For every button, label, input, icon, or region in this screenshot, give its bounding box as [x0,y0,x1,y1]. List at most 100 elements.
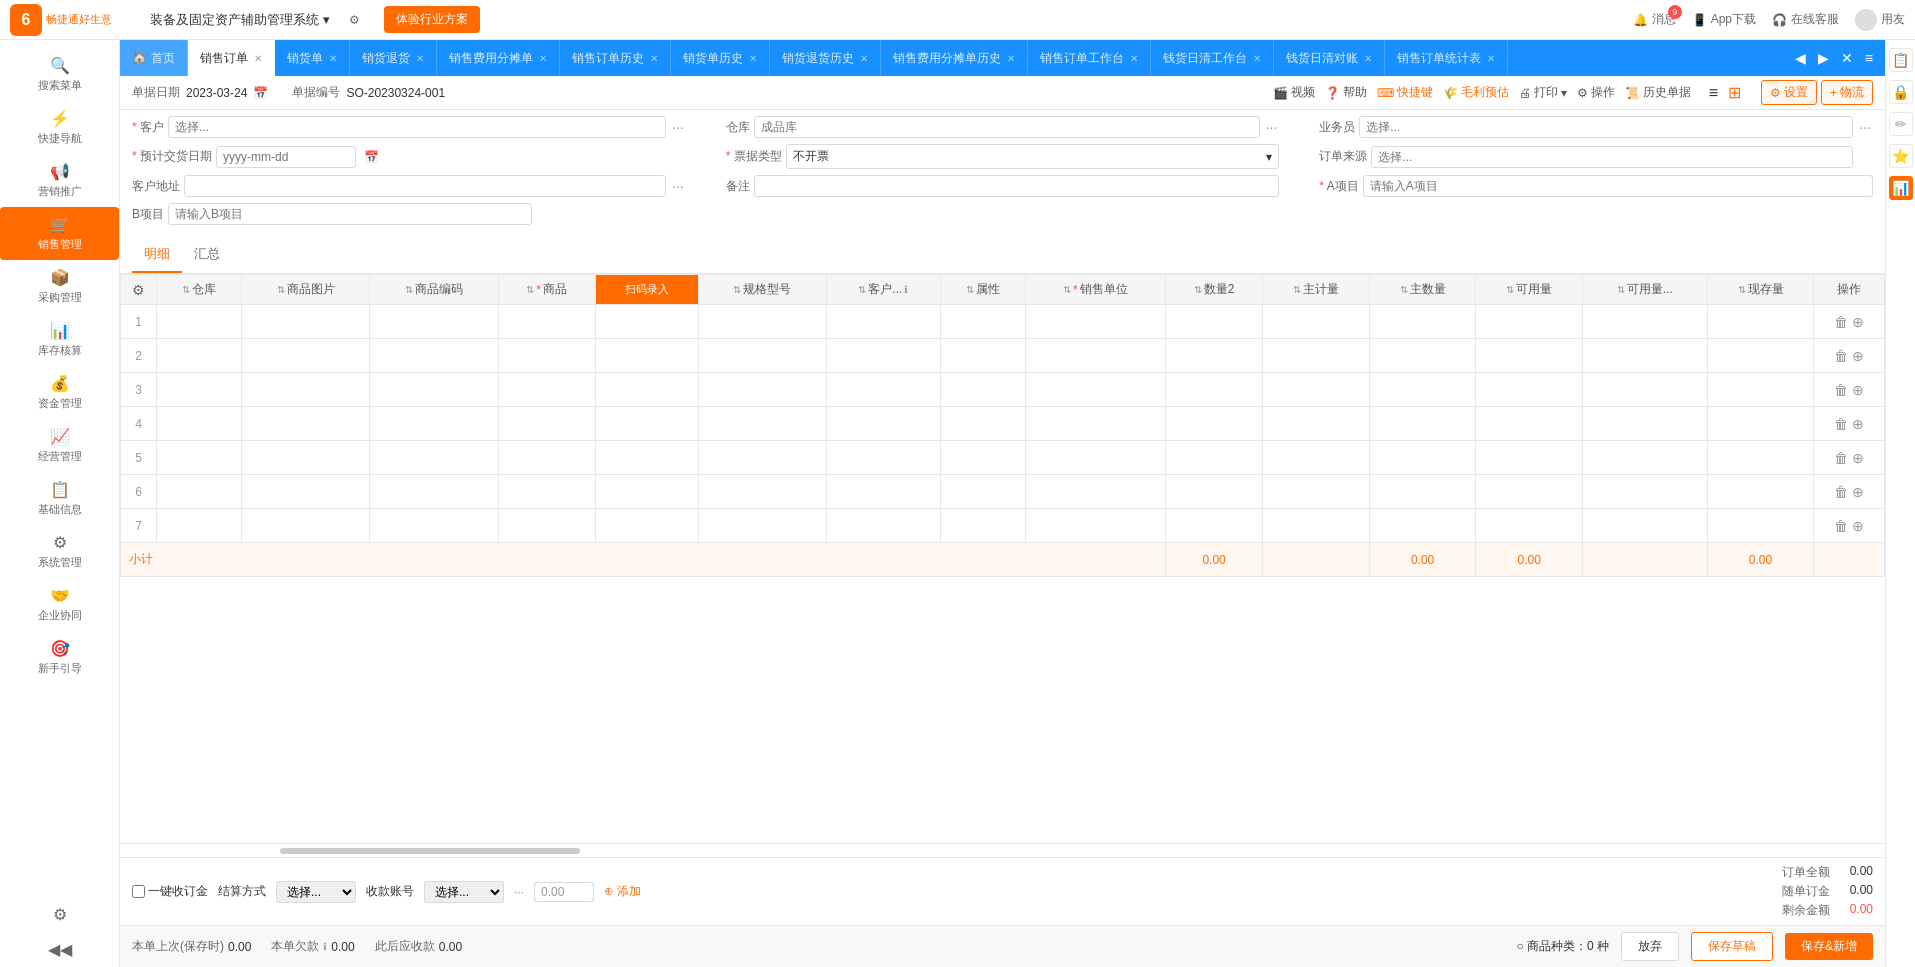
th-settings[interactable]: ⚙ [121,275,157,305]
row-stock[interactable] [1707,305,1814,339]
online-service-btn[interactable]: 🎧 在线客服 [1772,11,1839,28]
sort-icon[interactable]: ⇅ [966,284,974,295]
tab-expense-history[interactable]: 销售费用分摊单历史 ✕ [881,40,1028,76]
tab-close-icon[interactable]: ✕ [749,53,757,64]
discard-btn[interactable]: 放弃 [1621,932,1679,961]
row-image[interactable] [241,305,369,339]
sort-icon[interactable]: ⇅ [405,284,413,295]
add-goods-btn[interactable]: + 物流 [1821,80,1873,105]
sidebar-item-finance[interactable]: 💰 资金管理 [0,366,119,419]
sort-icon[interactable]: ⇅ [182,284,190,295]
tab-close-icon[interactable]: ✕ [1130,53,1138,64]
shortcut-btn[interactable]: ⌨ 快捷键 [1377,84,1433,101]
a-project-input[interactable] [1363,175,1873,197]
warehouse-more-btn[interactable]: ··· [1264,119,1280,135]
calendar-icon[interactable]: 📅 [253,86,268,100]
sort-icon[interactable]: ⇅ [733,284,741,295]
method-select[interactable]: 选择... [276,881,356,903]
app-download-btn[interactable]: 📱 App下载 [1692,11,1756,28]
tab-close-icon[interactable]: ✕ [1007,53,1015,64]
copy-icon[interactable]: ⊕ [1852,348,1864,364]
delete-icon[interactable]: 🗑 [1834,416,1848,432]
grid-view-icon[interactable]: ⊞ [1728,83,1741,102]
profit-btn[interactable]: 🌾 毛利预估 [1443,84,1509,101]
delete-icon[interactable]: 🗑 [1834,450,1848,466]
right-panel-icon-3[interactable]: ✏ [1889,112,1913,136]
sidebar-item-enterprise[interactable]: 🤝 企业协同 [0,578,119,631]
settings-gear-icon[interactable]: ⚙ [340,6,368,34]
save-new-btn[interactable]: 保存&新增 [1785,933,1873,960]
tab-cash-workbench[interactable]: 钱货日清工作台 ✕ [1151,40,1274,76]
sort-icon[interactable]: ⇅ [1400,284,1408,295]
tab-invoice-history[interactable]: 销货单历史 ✕ [671,40,770,76]
list-view-icon[interactable]: ≡ [1709,84,1718,102]
tab-close-all-icon[interactable]: ✕ [1837,48,1857,68]
sidebar-item-sales[interactable]: 🛒 销售管理 [0,207,119,260]
tab-order-workbench[interactable]: 销售订单工作台 ✕ [1028,40,1151,76]
quick-order-checkbox[interactable]: 一键收订金 [132,883,208,900]
account-select[interactable]: 选择... [424,881,504,903]
settings-btn[interactable]: ⚙ 设置 [1761,80,1817,105]
staff-input[interactable] [1359,116,1853,138]
tab-cash-reconcile[interactable]: 钱货日清对账 ✕ [1274,40,1385,76]
sort-icon[interactable]: ⇅ [1506,284,1514,295]
print-btn[interactable]: 🖨 打印 ▾ [1519,84,1567,101]
sidebar-collapse-btn[interactable]: ◀◀ [0,932,119,967]
tab-close-icon[interactable]: ✕ [1364,53,1372,64]
delete-icon[interactable]: 🗑 [1834,314,1848,330]
staff-more-btn[interactable]: ··· [1857,119,1873,135]
tab-order-stats[interactable]: 销售订单统计表 ✕ [1385,40,1508,76]
row-unit[interactable] [1025,305,1165,339]
delete-icon[interactable]: 🗑 [1834,484,1848,500]
sort-icon[interactable]: ⇅ [277,284,285,295]
add-payment-btn[interactable]: ⊕ 添加 [604,883,641,900]
tab-close-icon[interactable]: ✕ [650,53,658,64]
tab-summary[interactable]: 汇总 [182,237,232,273]
copy-icon[interactable]: ⊕ [1852,416,1864,432]
row-code[interactable] [370,305,498,339]
sidebar-item-operations[interactable]: 📈 经营管理 [0,419,119,472]
tab-close-icon[interactable]: ✕ [860,53,868,64]
warehouse-input[interactable] [754,116,1260,138]
delete-icon[interactable]: 🗑 [1834,518,1848,534]
row-product[interactable] [498,305,595,339]
sidebar-item-quicknav[interactable]: ⚡ 快捷导航 [0,101,119,154]
sidebar-item-marketing[interactable]: 📢 营销推广 [0,154,119,207]
row-attr[interactable] [940,305,1025,339]
note-input[interactable] [754,175,1280,197]
sidebar-item-search[interactable]: 🔍 搜索菜单 [0,48,119,101]
right-panel-icon-1[interactable]: 📋 [1889,48,1913,72]
copy-icon[interactable]: ⊕ [1852,382,1864,398]
tab-next-icon[interactable]: ▶ [1814,48,1833,68]
tab-close-icon[interactable]: ✕ [416,53,424,64]
tab-home[interactable]: 🏠 首页 [120,40,188,76]
horizontal-scrollbar[interactable] [120,843,1885,857]
row-available[interactable] [1476,305,1583,339]
row-spec[interactable] [698,305,826,339]
sidebar-item-system[interactable]: ⚙ 系统管理 [0,525,119,578]
order-source-more-btn[interactable]: ··· [1857,149,1873,165]
copy-icon[interactable]: ⊕ [1852,314,1864,330]
save-draft-btn[interactable]: 保存草稿 [1691,932,1773,961]
tab-menu-icon[interactable]: ≡ [1861,48,1877,68]
delivery-calendar-icon[interactable]: 📅 [364,150,379,164]
tab-detail[interactable]: 明细 [132,237,182,273]
tab-sales-return[interactable]: 销货退货 ✕ [350,40,437,76]
tab-order-history[interactable]: 销售订单历史 ✕ [560,40,671,76]
sidebar-item-inventory[interactable]: 📊 库存核算 [0,313,119,366]
tab-close-icon[interactable]: ✕ [329,53,337,64]
sort-icon[interactable]: ⇅ [1293,284,1301,295]
table-settings-icon[interactable]: ⚙ [132,282,145,298]
delivery-input[interactable] [216,146,356,168]
customer-input[interactable] [168,116,666,138]
order-source-input[interactable] [1371,146,1853,168]
sidebar-item-tutorial[interactable]: 🎯 新手引导 [0,631,119,684]
delete-icon[interactable]: 🗑 [1834,382,1848,398]
amount-input[interactable] [534,882,594,902]
sidebar-item-basic-info[interactable]: 📋 基础信息 [0,472,119,525]
sidebar-settings-btn[interactable]: ⚙ [0,897,119,932]
address-input[interactable] [184,175,666,197]
tab-prev-icon[interactable]: ◀ [1791,48,1810,68]
user-avatar[interactable]: 用友 [1855,9,1905,31]
tab-close-icon[interactable]: ✕ [1253,53,1261,64]
